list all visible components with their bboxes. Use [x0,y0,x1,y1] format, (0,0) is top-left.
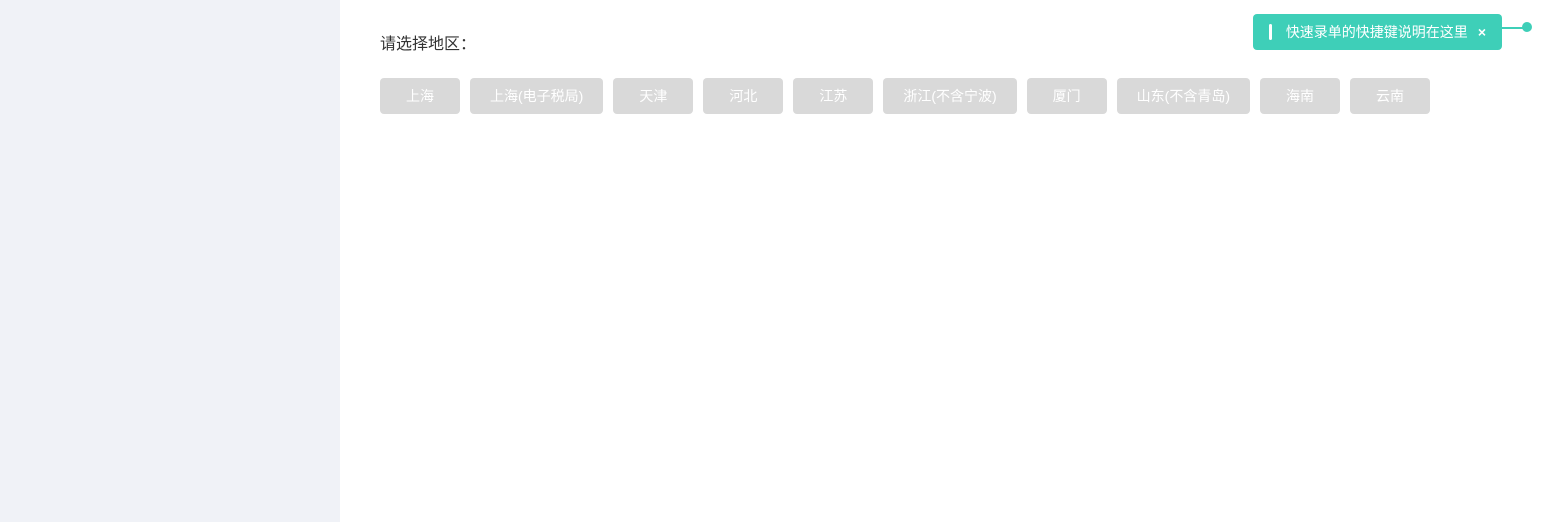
left-sidebar [0,0,340,522]
tooltip-banner: 快速录单的快捷键说明在这里 × [1253,14,1502,50]
region-button-jiangsu[interactable]: 江苏 [793,78,873,114]
region-button-yunnan[interactable]: 云南 [1350,78,1430,114]
region-button-shanghai-etax[interactable]: 上海(电子税局) [470,78,603,114]
tooltip-dot [1522,22,1532,32]
region-button-hainan[interactable]: 海南 [1260,78,1340,114]
main-content: 请选择地区： 上海上海(电子税局)天津河北江苏浙江(不含宁波)厦门山东(不含青岛… [340,0,1562,522]
region-button-zhejiang[interactable]: 浙江(不含宁波) [883,78,1016,114]
region-button-tianjin[interactable]: 天津 [613,78,693,114]
region-button-xiamen[interactable]: 厦门 [1027,78,1107,114]
region-button-hebei[interactable]: 河北 [703,78,783,114]
region-buttons: 上海上海(电子税局) 天津河北江苏浙江(不含宁波) 厦门山东(不含青岛) 海南云南 [380,78,1522,114]
region-button-shanghai[interactable]: 上海 [380,78,460,114]
tooltip-close-button[interactable]: × [1478,24,1486,40]
region-button-shandong[interactable]: 山东(不含青岛) [1117,78,1250,114]
tooltip-text: 快速录单的快捷键说明在这里 [1286,22,1468,42]
